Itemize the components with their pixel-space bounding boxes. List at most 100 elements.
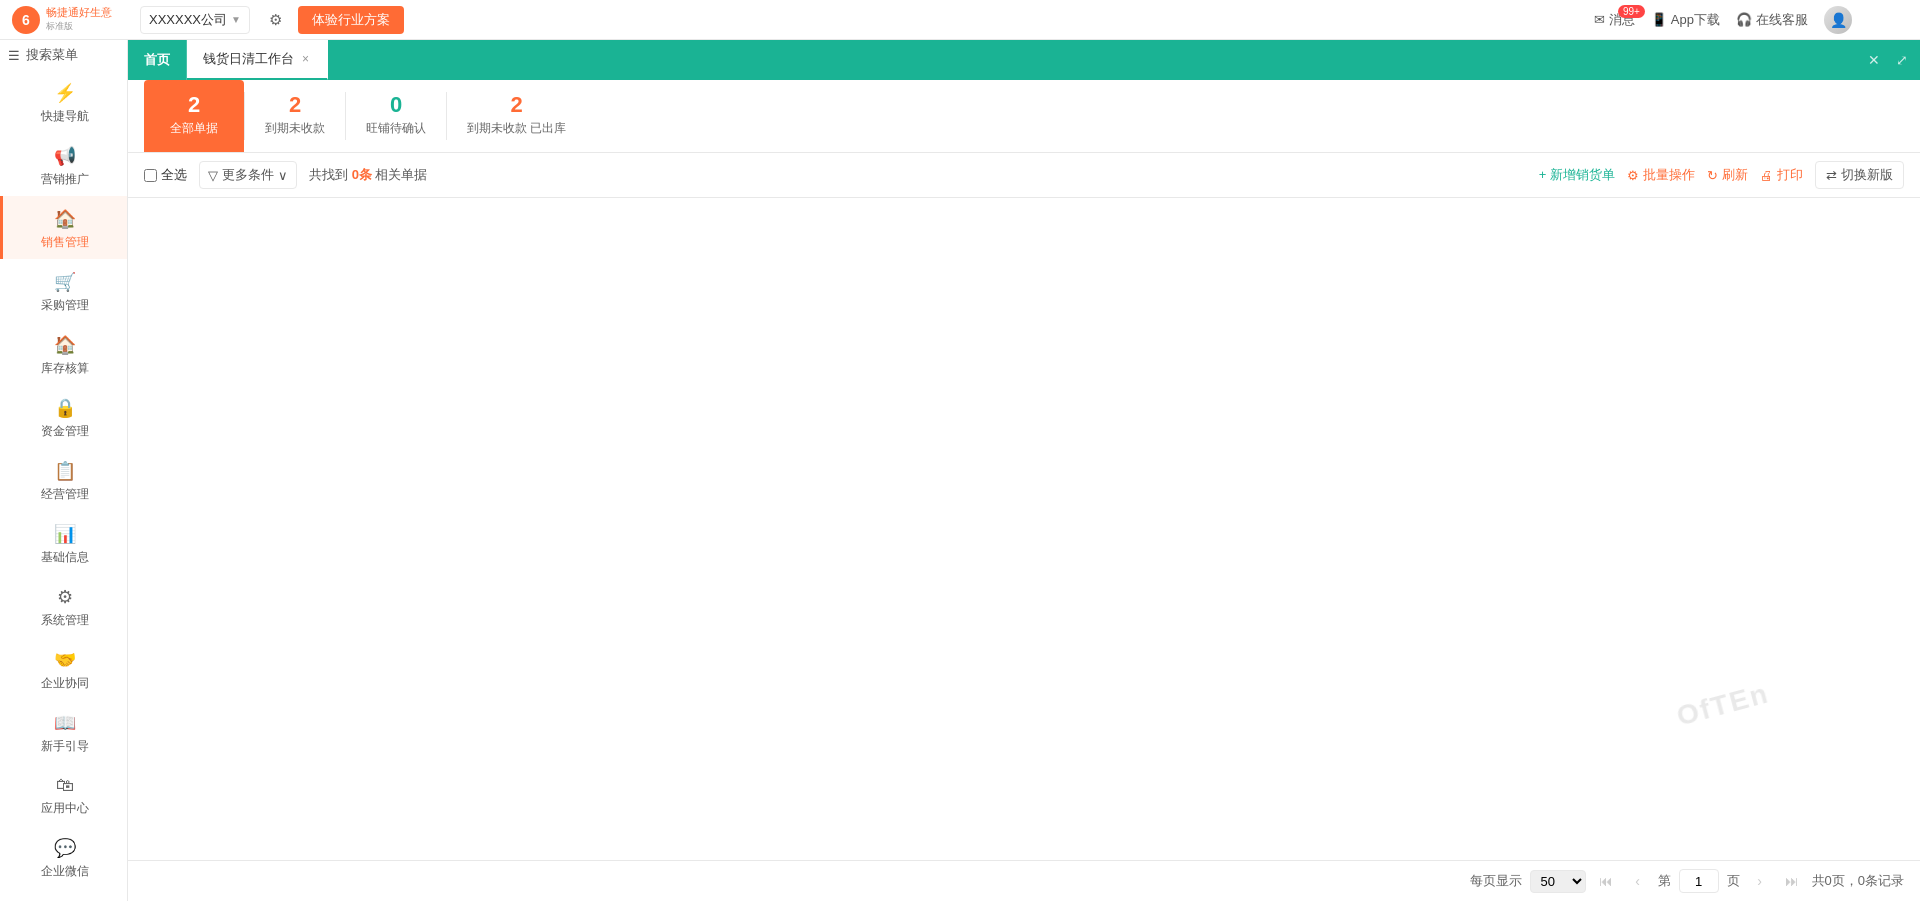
content-area: 首页 钱货日清工作台 × ✕ ⤢ 2 全部单据 2 <box>128 40 1920 901</box>
sidebar-item-inventory[interactable]: 🏠 库存核算 <box>0 322 127 385</box>
inventory-icon: 🏠 <box>54 334 76 356</box>
print-label: 打印 <box>1777 166 1803 184</box>
sidebar-item-operations[interactable]: 📋 经营管理 <box>0 448 127 511</box>
tab-close-icon[interactable]: × <box>300 52 311 66</box>
batch-icon: ⚙ <box>1627 168 1639 183</box>
toolbar-right: + 新增销货单 ⚙ 批量操作 ↻ 刷新 🖨 打印 ⇄ <box>1539 161 1904 189</box>
print-icon: 🖨 <box>1760 168 1773 183</box>
page-label: 第 <box>1658 872 1671 890</box>
filter-button[interactable]: ▽ 更多条件 ∨ <box>199 161 297 189</box>
online-service-button[interactable]: 🎧 在线客服 <box>1736 11 1808 29</box>
tab-bar: 首页 钱货日清工作台 × ✕ ⤢ <box>128 40 1920 80</box>
next-page-button[interactable]: › <box>1748 869 1772 893</box>
sidebar-item-member[interactable]: 👑 畅会员 <box>0 888 127 901</box>
sidebar-item-cooperation[interactable]: 🤝 企业协同 <box>0 637 127 700</box>
stat-num-all: 2 <box>188 92 200 118</box>
filter-arrow-icon: ∨ <box>278 168 288 183</box>
quick-nav-label: 快捷导航 <box>41 108 89 125</box>
system-label: 系统管理 <box>41 612 89 629</box>
sidebar-item-purchase[interactable]: 🛒 采购管理 <box>0 259 127 322</box>
purchase-label: 采购管理 <box>41 297 89 314</box>
finance-label: 资金管理 <box>41 423 89 440</box>
add-sale-label: + 新增销货单 <box>1539 166 1615 184</box>
top-bar-center: ⚙ 体验行业方案 <box>262 6 1594 34</box>
batch-operation-button[interactable]: ⚙ 批量操作 <box>1627 166 1695 184</box>
top-bar-right: ✉ 消息 99+ 📱 App下载 🎧 在线客服 👤 <box>1594 6 1908 34</box>
print-button[interactable]: 🖨 打印 <box>1760 166 1803 184</box>
sidebar-item-quick-nav[interactable]: ⚡ 快捷导航 <box>0 70 127 133</box>
trial-button[interactable]: 体验行业方案 <box>298 6 404 34</box>
prev-page-button[interactable]: ‹ <box>1626 869 1650 893</box>
service-icon: 🎧 <box>1736 12 1752 27</box>
filter-icon: ▽ <box>208 168 218 183</box>
table-area <box>128 198 1920 860</box>
settings-icon[interactable]: ⚙ <box>262 6 290 34</box>
avatar[interactable]: 👤 <box>1824 6 1852 34</box>
select-all-input[interactable] <box>144 169 157 182</box>
result-suffix: 相关单据 <box>375 167 427 182</box>
search-menu-item[interactable]: ☰ 搜索菜单 <box>0 40 127 70</box>
logo-sub: 标准版 <box>46 20 112 33</box>
finance-icon: 🔒 <box>54 397 76 419</box>
stats-tabs: 2 全部单据 2 到期未收款 0 旺铺待确认 2 到期未收款 已出库 <box>128 80 1920 153</box>
messages-button[interactable]: ✉ 消息 99+ <box>1594 11 1635 29</box>
avatar-placeholder: 👤 <box>1824 6 1852 34</box>
last-page-button[interactable]: ⏭ <box>1780 869 1804 893</box>
sidebar-item-wecom[interactable]: 💬 企业微信 <box>0 825 127 888</box>
stat-num-shipped: 2 <box>511 92 523 118</box>
wecom-label: 企业微信 <box>41 863 89 880</box>
search-menu-icon: ☰ <box>8 48 20 63</box>
filter-label: 更多条件 <box>222 166 274 184</box>
top-bar: 6 畅捷通好生意 标准版 XXXXXX公司 ▼ ⚙ 体验行业方案 ✉ 消息 99… <box>0 0 1920 40</box>
tab-bar-right: ✕ ⤢ <box>1864 48 1920 72</box>
select-all-label: 全选 <box>161 166 187 184</box>
stat-num-pending: 0 <box>390 92 402 118</box>
company-name: XXXXXX公司 <box>149 11 227 29</box>
stat-tab-pending[interactable]: 0 旺铺待确认 <box>346 80 446 152</box>
sidebar-item-sales[interactable]: 🏠 销售管理 <box>0 196 127 259</box>
search-menu-label: 搜索菜单 <box>26 46 78 64</box>
tab-home[interactable]: 首页 <box>128 40 187 80</box>
messages-badge: 99+ <box>1618 5 1645 18</box>
page-size-label: 每页显示 <box>1470 872 1522 890</box>
tab-workbench-label: 钱货日清工作台 <box>203 50 294 68</box>
stat-tab-overdue[interactable]: 2 到期未收款 <box>245 80 345 152</box>
pagination: 每页显示 10 20 50 100 ⏮ ‹ 第 1 页 › ⏭ 共0页，0条记录 <box>128 860 1920 901</box>
tab-close-window-icon[interactable]: ✕ <box>1864 48 1884 72</box>
sidebar-item-beginner[interactable]: 📖 新手引导 <box>0 700 127 763</box>
logo-area: 6 畅捷通好生意 标准版 <box>12 6 140 34</box>
total-info: 共0页，0条记录 <box>1812 872 1904 890</box>
cooperation-label: 企业协同 <box>41 675 89 692</box>
refresh-label: 刷新 <box>1722 166 1748 184</box>
refresh-icon: ↻ <box>1707 168 1718 183</box>
page-size-select[interactable]: 10 20 50 100 <box>1530 870 1586 893</box>
stat-tab-shipped[interactable]: 2 到期未收款 已出库 <box>447 80 586 152</box>
app-center-label: 应用中心 <box>41 800 89 817</box>
operations-icon: 📋 <box>54 460 76 482</box>
sidebar-item-app-center[interactable]: 🛍 应用中心 <box>0 763 127 825</box>
wecom-icon: 💬 <box>54 837 76 859</box>
app-download-icon: 📱 <box>1651 12 1667 27</box>
stat-tab-all[interactable]: 2 全部单据 <box>144 80 244 152</box>
basic-info-icon: 📊 <box>54 523 76 545</box>
system-icon: ⚙ <box>57 586 73 608</box>
app-download-label: App下载 <box>1671 11 1720 29</box>
select-all-checkbox[interactable]: 全选 <box>144 166 187 184</box>
first-page-button[interactable]: ⏮ <box>1594 869 1618 893</box>
company-selector[interactable]: XXXXXX公司 ▼ <box>140 6 250 34</box>
sidebar-item-marketing[interactable]: 📢 营销推广 <box>0 133 127 196</box>
result-prefix: 共找到 <box>309 167 348 182</box>
marketing-icon: 📢 <box>54 145 76 167</box>
sidebar-item-system[interactable]: ⚙ 系统管理 <box>0 574 127 637</box>
page-number-input[interactable]: 1 <box>1679 869 1719 893</box>
tab-home-label: 首页 <box>144 51 170 69</box>
switch-version-button[interactable]: ⇄ 切换新版 <box>1815 161 1904 189</box>
tab-workbench[interactable]: 钱货日清工作台 × <box>187 40 328 80</box>
sidebar-item-finance[interactable]: 🔒 资金管理 <box>0 385 127 448</box>
app-download-button[interactable]: 📱 App下载 <box>1651 11 1720 29</box>
add-sale-button[interactable]: + 新增销货单 <box>1539 166 1615 184</box>
refresh-button[interactable]: ↻ 刷新 <box>1707 166 1748 184</box>
stat-label-overdue: 到期未收款 <box>265 120 325 137</box>
sidebar-item-basic-info[interactable]: 📊 基础信息 <box>0 511 127 574</box>
tab-maximize-icon[interactable]: ⤢ <box>1892 48 1912 72</box>
